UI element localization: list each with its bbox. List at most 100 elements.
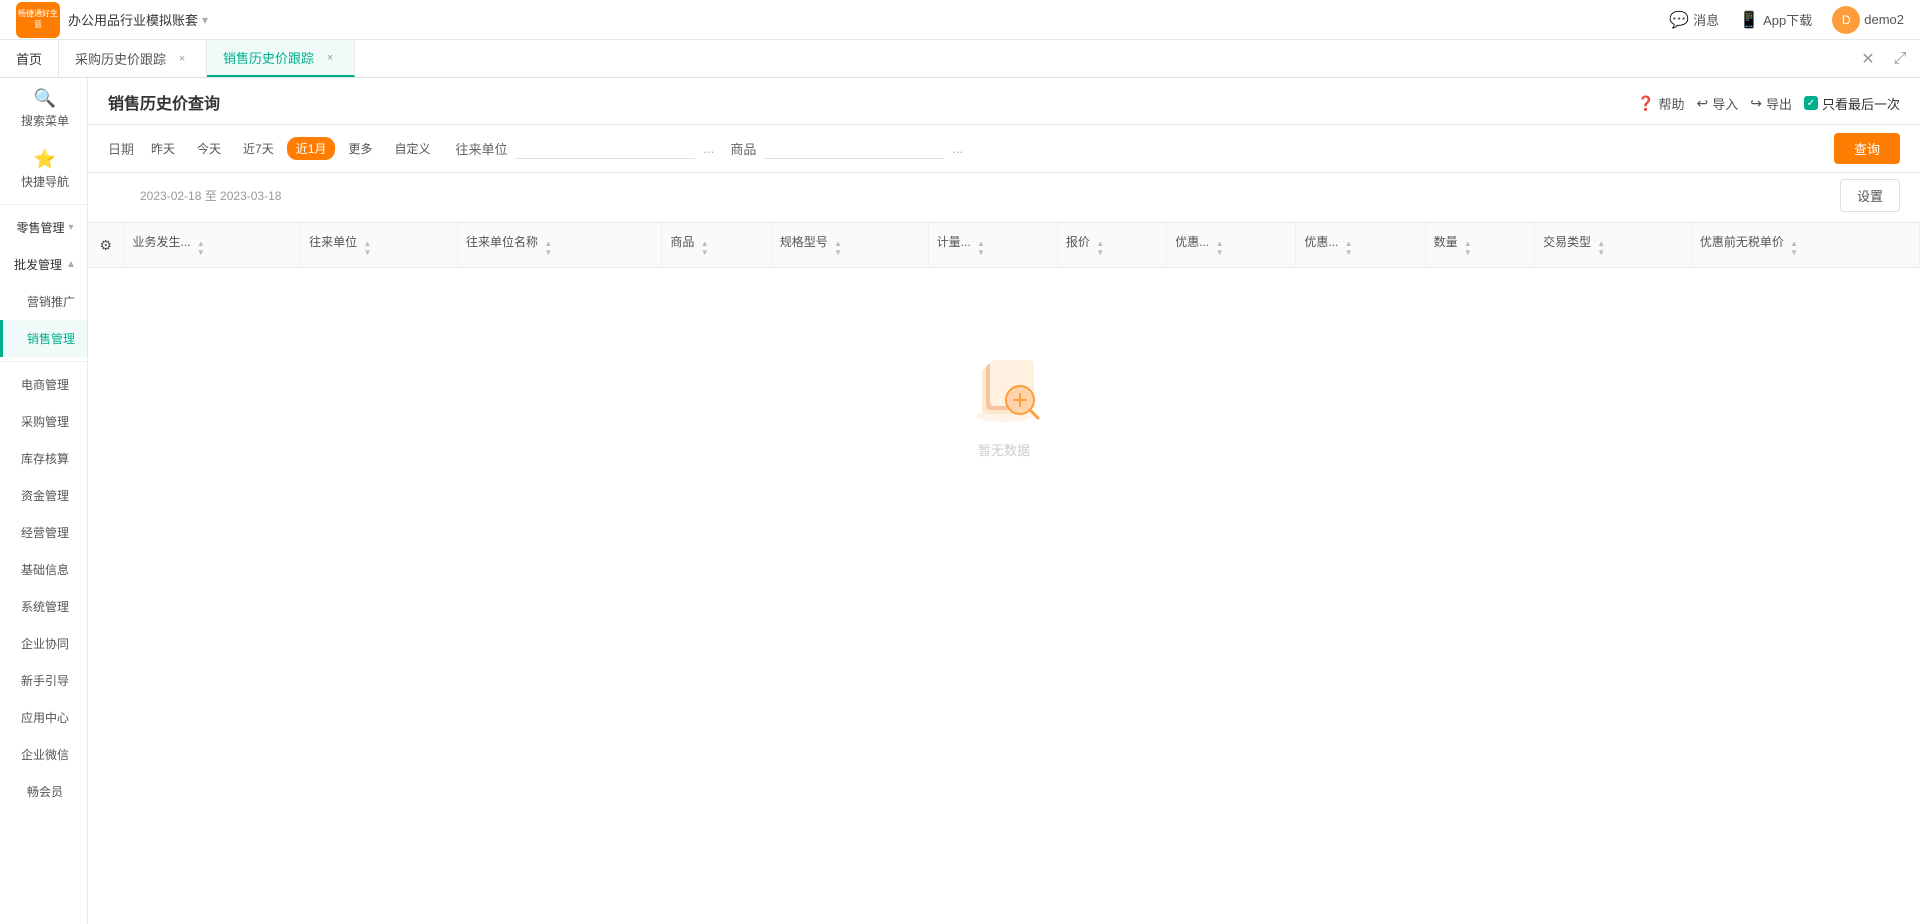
goods-ellipsis[interactable]: ... bbox=[952, 141, 963, 156]
sort-partner-code[interactable]: ▲▼ bbox=[364, 240, 372, 257]
sidebar-item-finance[interactable]: 资金管理 bbox=[0, 477, 87, 514]
sort-goods[interactable]: ▲▼ bbox=[701, 240, 709, 257]
close-all-tabs-btn[interactable]: ✕ bbox=[1856, 47, 1880, 71]
sort-discount1[interactable]: ▲▼ bbox=[1216, 240, 1224, 257]
message-icon: 💬 bbox=[1669, 10, 1689, 30]
table-container: ⚙ 业务发生... ▲▼ 往来单位 ▲▼ 往来单位名称 ▲▼ bbox=[88, 223, 1920, 924]
app-center-label: 应用中心 bbox=[21, 709, 69, 726]
sort-discount2[interactable]: ▲▼ bbox=[1345, 240, 1353, 257]
partner-input[interactable] bbox=[515, 139, 695, 159]
search-menu-label: 搜索菜单 bbox=[21, 112, 69, 129]
sidebar-item-retail-mgmt[interactable]: 零售管理 ▾ bbox=[0, 209, 87, 246]
sidebar-item-purchase-mgmt[interactable]: 采购管理 bbox=[0, 403, 87, 440]
import-label: 导入 bbox=[1712, 94, 1738, 113]
sort-qty[interactable]: ▲▼ bbox=[1464, 240, 1472, 257]
col-partner-code[interactable]: 往来单位 ▲▼ bbox=[301, 223, 458, 268]
setting-button[interactable]: 设置 bbox=[1840, 179, 1900, 212]
marketing-label: 营销推广 bbox=[27, 293, 75, 310]
sort-no-tax-price[interactable]: ▲▼ bbox=[1790, 240, 1798, 257]
help-label: 帮助 bbox=[1658, 94, 1684, 113]
sidebar: 🔍 搜索菜单 ⭐ 快捷导航 零售管理 ▾ 批发管理 ▲ 营销推广 销售管理 电商… bbox=[0, 78, 88, 924]
col-no-tax-price[interactable]: 优惠前无税单价 ▲▼ bbox=[1691, 223, 1919, 268]
date-btn-1month[interactable]: 近1月 bbox=[287, 137, 336, 160]
date-range-text: 2023-02-18 至 2023-03-18 bbox=[140, 189, 281, 203]
basic-info-label: 基础信息 bbox=[21, 561, 69, 578]
dropdown-icon[interactable]: ▾ bbox=[202, 13, 208, 27]
col-partner-name[interactable]: 往来单位名称 ▲▼ bbox=[458, 223, 662, 268]
message-label: 消息 bbox=[1693, 10, 1719, 29]
ecommerce-label: 电商管理 bbox=[21, 376, 69, 393]
col-settings[interactable]: ⚙ bbox=[88, 223, 124, 268]
sidebar-item-member[interactable]: 畅会员 bbox=[0, 773, 87, 810]
sidebar-item-enterprise-collab[interactable]: 企业协同 bbox=[0, 625, 87, 662]
tab-purchase-close[interactable]: × bbox=[174, 51, 190, 67]
app-download-label: App下载 bbox=[1763, 10, 1812, 29]
sort-trade-type[interactable]: ▲▼ bbox=[1597, 240, 1605, 257]
page-toolbar: ❓ 帮助 ↩ 导入 ↪ 导出 ✓ 只看最后一次 bbox=[1637, 94, 1900, 121]
tab-sales-close[interactable]: × bbox=[322, 50, 338, 66]
col-quote[interactable]: 报价 ▲▼ bbox=[1057, 223, 1166, 268]
goods-input[interactable] bbox=[764, 139, 944, 159]
sidebar-item-sales-mgmt[interactable]: 销售管理 bbox=[0, 320, 87, 357]
user-menu[interactable]: D demo2 bbox=[1832, 6, 1904, 34]
sidebar-item-system[interactable]: 系统管理 bbox=[0, 588, 87, 625]
tabbar: 首页 采购历史价跟踪 × 销售历史价跟踪 × ✕ ⤢ bbox=[0, 40, 1920, 78]
col-discount1[interactable]: 优惠... ▲▼ bbox=[1167, 223, 1296, 268]
sidebar-item-inventory[interactable]: 库存核算 bbox=[0, 440, 87, 477]
sort-unit[interactable]: ▲▼ bbox=[977, 240, 985, 257]
enterprise-wechat-label: 企业微信 bbox=[21, 746, 69, 763]
sort-partner-name[interactable]: ▲▼ bbox=[544, 240, 552, 257]
date-btn-today[interactable]: 今天 bbox=[188, 137, 230, 160]
sidebar-item-wholesale-mgmt[interactable]: 批发管理 ▲ bbox=[0, 246, 87, 283]
help-btn[interactable]: ❓ 帮助 bbox=[1637, 94, 1684, 113]
app-download-btn[interactable]: 📱 App下载 bbox=[1739, 10, 1812, 30]
table-settings-icon[interactable]: ⚙ bbox=[99, 237, 112, 253]
sidebar-item-search-menu[interactable]: 🔍 搜索菜单 bbox=[0, 78, 87, 139]
tab-purchase-history[interactable]: 采购历史价跟踪 × bbox=[59, 40, 207, 77]
col-goods[interactable]: 商品 ▲▼ bbox=[662, 223, 771, 268]
sidebar-item-basic-info[interactable]: 基础信息 bbox=[0, 551, 87, 588]
tab-sales-history[interactable]: 销售历史价跟踪 × bbox=[207, 40, 355, 77]
maximize-btn[interactable]: ⤢ bbox=[1888, 47, 1912, 71]
query-button[interactable]: 查询 bbox=[1834, 133, 1900, 164]
import-icon: ↩ bbox=[1696, 95, 1708, 112]
sort-spec[interactable]: ▲▼ bbox=[834, 240, 842, 257]
partner-filter-label: 往来单位 bbox=[455, 139, 507, 158]
app-selector[interactable]: 办公用品行业模拟账套 ▾ bbox=[68, 10, 208, 29]
message-btn[interactable]: 💬 消息 bbox=[1669, 10, 1719, 30]
sidebar-item-marketing[interactable]: 营销推广 bbox=[0, 283, 87, 320]
filter-bar: 日期 昨天 今天 近7天 近1月 更多 自定义 往来单位 ... bbox=[88, 125, 1920, 173]
only-last-checkbox-group[interactable]: ✓ 只看最后一次 bbox=[1804, 94, 1900, 113]
sidebar-divider-2 bbox=[0, 361, 87, 362]
new-guide-label: 新手引导 bbox=[21, 672, 69, 689]
only-last-checkbox[interactable]: ✓ bbox=[1804, 96, 1818, 110]
goods-filter-label: 商品 bbox=[730, 139, 756, 158]
sidebar-item-new-guide[interactable]: 新手引导 bbox=[0, 662, 87, 699]
sort-biz-date[interactable]: ▲▼ bbox=[197, 240, 205, 257]
col-spec[interactable]: 规格型号 ▲▼ bbox=[771, 223, 928, 268]
import-btn[interactable]: ↩ 导入 bbox=[1696, 94, 1738, 113]
col-biz-date[interactable]: 业务发生... ▲▼ bbox=[124, 223, 301, 268]
sidebar-item-quick-nav[interactable]: ⭐ 快捷导航 bbox=[0, 139, 87, 200]
sidebar-item-operations[interactable]: 经营管理 bbox=[0, 514, 87, 551]
col-qty[interactable]: 数量 ▲▼ bbox=[1425, 223, 1534, 268]
date-btn-yesterday[interactable]: 昨天 bbox=[142, 137, 184, 160]
col-discount2[interactable]: 优惠... ▲▼ bbox=[1296, 223, 1425, 268]
col-trade-type[interactable]: 交易类型 ▲▼ bbox=[1534, 223, 1691, 268]
search-menu-icon: 🔍 bbox=[34, 88, 56, 109]
empty-text: 暂无数据 bbox=[978, 440, 1030, 459]
col-unit[interactable]: 计量... ▲▼ bbox=[928, 223, 1057, 268]
sidebar-item-ecommerce[interactable]: 电商管理 bbox=[0, 366, 87, 403]
sidebar-item-app-center[interactable]: 应用中心 bbox=[0, 699, 87, 736]
date-btn-7days[interactable]: 近7天 bbox=[234, 137, 283, 160]
tab-home[interactable]: 首页 bbox=[0, 40, 59, 77]
topbar-right: 💬 消息 📱 App下载 D demo2 bbox=[1669, 6, 1904, 34]
date-btn-more[interactable]: 更多 bbox=[339, 137, 381, 160]
date-btn-custom[interactable]: 自定义 bbox=[385, 137, 439, 160]
tab-sales-history-label: 销售历史价跟踪 bbox=[223, 48, 314, 67]
export-btn[interactable]: ↪ 导出 bbox=[1750, 94, 1792, 113]
partner-ellipsis[interactable]: ... bbox=[703, 141, 714, 156]
table-header-row: ⚙ 业务发生... ▲▼ 往来单位 ▲▼ 往来单位名称 ▲▼ bbox=[88, 223, 1920, 268]
sort-quote[interactable]: ▲▼ bbox=[1096, 240, 1104, 257]
sidebar-item-enterprise-wechat[interactable]: 企业微信 bbox=[0, 736, 87, 773]
